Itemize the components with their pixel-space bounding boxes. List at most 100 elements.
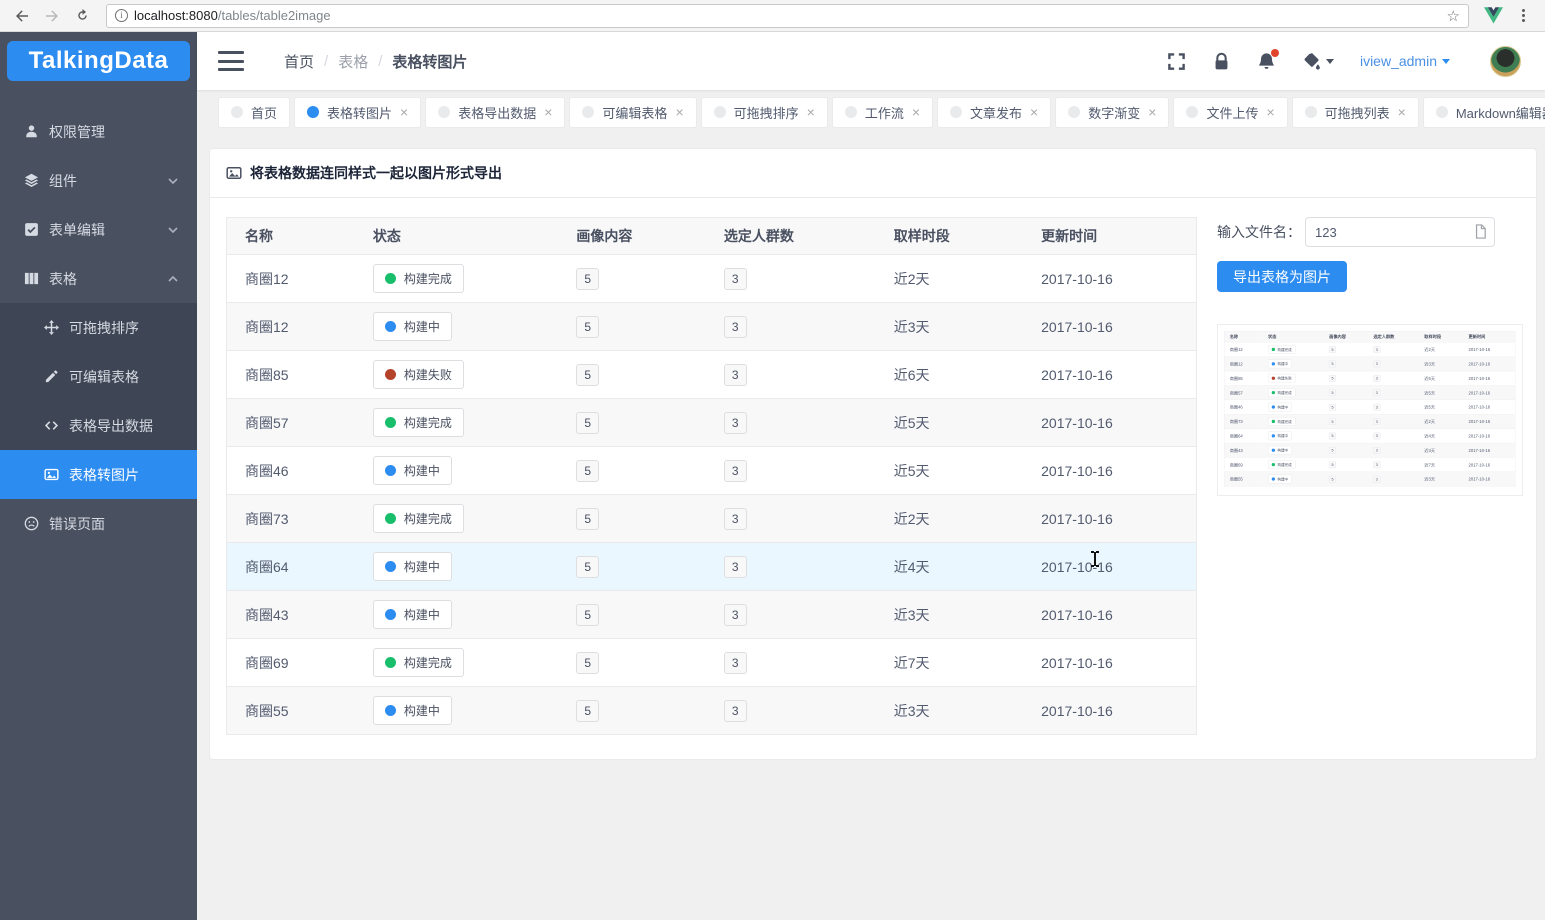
status-text: 构建完成 — [1277, 419, 1292, 424]
cell-period: 近2天 — [1418, 342, 1464, 357]
sidebar-toggle-icon[interactable] — [218, 51, 244, 71]
bookmark-star-icon[interactable]: ☆ — [1447, 7, 1460, 25]
page-tag-5[interactable]: 工作流 × — [831, 96, 934, 128]
user-caret-icon — [1442, 58, 1450, 64]
app-logo[interactable]: TalkingData — [7, 41, 190, 81]
sidebar-subitem-3[interactable]: 表格转图片 — [0, 450, 197, 499]
audience-count-tag: 3 — [723, 699, 747, 722]
audience-count-tag: 3 — [723, 459, 747, 482]
theme-switcher[interactable] — [1302, 52, 1334, 71]
status-text: 构建中 — [403, 560, 440, 574]
page-info-icon[interactable]: i — [115, 9, 128, 22]
sidebar-subitem-1[interactable]: 可编辑表格 — [0, 352, 197, 401]
cell-name: 商圈12 — [226, 254, 355, 303]
tag-close-icon[interactable]: × — [807, 105, 815, 119]
portrait-count-tag: 5 — [576, 315, 600, 338]
browser-forward-icon — [40, 4, 64, 28]
status-text: 构建中 — [403, 704, 440, 718]
table-row[interactable]: 商圈85 构建失败 5 3 近6天 2017-10-16 — [226, 350, 1197, 399]
screen: i localhost:8080/tables/table2image ☆ Ta… — [0, 0, 1545, 920]
table-row[interactable]: 商圈46 构建中 5 3 近5天 2017-10-16 — [226, 446, 1197, 495]
page-tag-0[interactable]: 首页 — [218, 96, 291, 128]
audience-count-tag: 3 — [723, 411, 747, 434]
fullscreen-icon[interactable] — [1167, 52, 1186, 71]
browser-toolbar: i localhost:8080/tables/table2image ☆ — [0, 0, 1545, 32]
address-bar[interactable]: i localhost:8080/tables/table2image ☆ — [106, 3, 1469, 28]
sidebar-subitem-0[interactable]: 可拖拽排序 — [0, 303, 197, 352]
column-header: 名称 — [226, 217, 355, 255]
page-tag-7[interactable]: 数字渐变 × — [1055, 96, 1170, 128]
portrait-count-tag: 5 — [576, 651, 600, 674]
tag-close-icon[interactable]: × — [1148, 105, 1156, 119]
notifications-bell-icon[interactable] — [1257, 48, 1279, 71]
breadcrumb-tables: 表格 — [338, 53, 369, 71]
status-dot-processing — [1271, 477, 1275, 481]
page-tag-2[interactable]: 表格导出数据 × — [425, 96, 566, 128]
table-row[interactable]: 商圈12 构建完成 5 3 近2天 2017-10-16 — [226, 254, 1197, 303]
cell-portrait-count: 5 — [1323, 399, 1368, 415]
filename-input[interactable] — [1305, 217, 1495, 247]
browser-reload-icon[interactable] — [70, 4, 94, 28]
text-cursor — [1090, 551, 1100, 567]
cell-status: 构建完成 — [354, 254, 559, 303]
cell-period: 近3天 — [875, 590, 1024, 639]
sidebar-item-3[interactable]: 表格 — [0, 254, 197, 303]
column-header: 名称 — [1224, 331, 1263, 343]
url-text: localhost:8080/tables/table2image — [134, 8, 1441, 23]
status-dot-error — [1271, 376, 1275, 380]
tag-close-icon[interactable]: × — [912, 105, 920, 119]
browser-back-icon[interactable] — [10, 4, 34, 28]
status-text: 构建中 — [403, 608, 440, 622]
table-row[interactable]: 商圈73 构建完成 5 3 近2天 2017-10-16 — [226, 494, 1197, 543]
sidebar-item-2[interactable]: 表单编辑 — [0, 205, 197, 254]
page-tag-6[interactable]: 文章发布 × — [937, 96, 1052, 128]
cell-name: 商圈73 — [1224, 414, 1263, 429]
table-row[interactable]: 商圈55 构建中 5 3 近3天 2017-10-16 — [226, 686, 1197, 735]
page-tag-9[interactable]: 可拖拽列表 × — [1291, 96, 1419, 128]
sidebar-item-0[interactable]: 权限管理 — [0, 107, 197, 156]
status-badge: 构建完成 — [372, 504, 464, 533]
breadcrumb-home[interactable]: 首页 — [284, 51, 314, 72]
status-badge: 构建中 — [1268, 474, 1292, 484]
page-tag-1[interactable]: 表格转图片 × — [294, 96, 422, 128]
cell-status: 构建完成 — [354, 494, 559, 543]
sidebar-subitem-2[interactable]: 表格导出数据 — [0, 401, 197, 450]
browser-menu-icon[interactable] — [1511, 4, 1535, 28]
tag-close-icon[interactable]: × — [1266, 105, 1274, 119]
page-tag-8[interactable]: 文件上传 × — [1173, 96, 1288, 128]
cell-period: 近5天 — [875, 446, 1024, 495]
sidebar-item-bottom-0[interactable]: 错误页面 — [0, 499, 197, 548]
sidebar-item-1[interactable]: 组件 — [0, 156, 197, 205]
exported-image-preview: 名称 状态 画像内容 选定人群数 取样时段 更新时间 商圈12 构建完成 5 3 近2天 2017-… — [1217, 324, 1523, 496]
audience-count-tag: 3 — [1373, 374, 1381, 382]
export-image-button[interactable]: 导出表格为图片 — [1217, 261, 1347, 292]
portrait-count-tag: 5 — [1329, 389, 1336, 396]
portrait-count-tag: 5 — [576, 363, 600, 386]
table-row[interactable]: 商圈12 构建中 5 3 近3天 2017-10-16 — [226, 302, 1197, 351]
table-row[interactable]: 商圈43 构建中 5 3 近3天 2017-10-16 — [226, 590, 1197, 639]
tag-close-icon[interactable]: × — [675, 105, 683, 119]
column-header: 更新时间 — [1463, 331, 1516, 343]
chevron-down-icon — [167, 224, 179, 236]
lock-screen-icon[interactable] — [1212, 52, 1231, 71]
tag-close-icon[interactable]: × — [544, 105, 552, 119]
page-tag-10[interactable]: Markdown编辑器× — [1422, 96, 1545, 128]
user-menu[interactable]: iview_admin — [1360, 53, 1450, 69]
table-row: 商圈64 构建中 5 3 近4天 2017-10-16 — [1224, 428, 1516, 444]
cell-name: 商圈12 — [1224, 342, 1263, 357]
tag-close-icon[interactable]: × — [400, 105, 408, 119]
user-avatar[interactable] — [1490, 45, 1521, 77]
vue-devtools-icon[interactable] — [1481, 4, 1505, 28]
cell-audience-count: 3 — [1367, 442, 1419, 458]
table-row[interactable]: 商圈69 构建完成 5 3 近7天 2017-10-16 — [226, 638, 1197, 687]
tag-close-icon[interactable]: × — [1030, 105, 1038, 119]
status-text: 构建完成 — [1277, 390, 1292, 395]
tag-close-icon[interactable]: × — [1398, 105, 1406, 119]
page-tag-4[interactable]: 可拖拽排序 × — [700, 96, 828, 128]
page-tag-3[interactable]: 可编辑表格 × — [569, 96, 697, 128]
table-row[interactable]: 商圈64 构建中 5 3 近4天 2017-10-16 — [226, 542, 1197, 591]
tag-dot — [1068, 106, 1081, 118]
table-icon — [24, 271, 39, 286]
table-row[interactable]: 商圈57 构建完成 5 3 近5天 2017-10-16 — [226, 398, 1197, 447]
audience-count-tag: 3 — [1373, 389, 1381, 396]
